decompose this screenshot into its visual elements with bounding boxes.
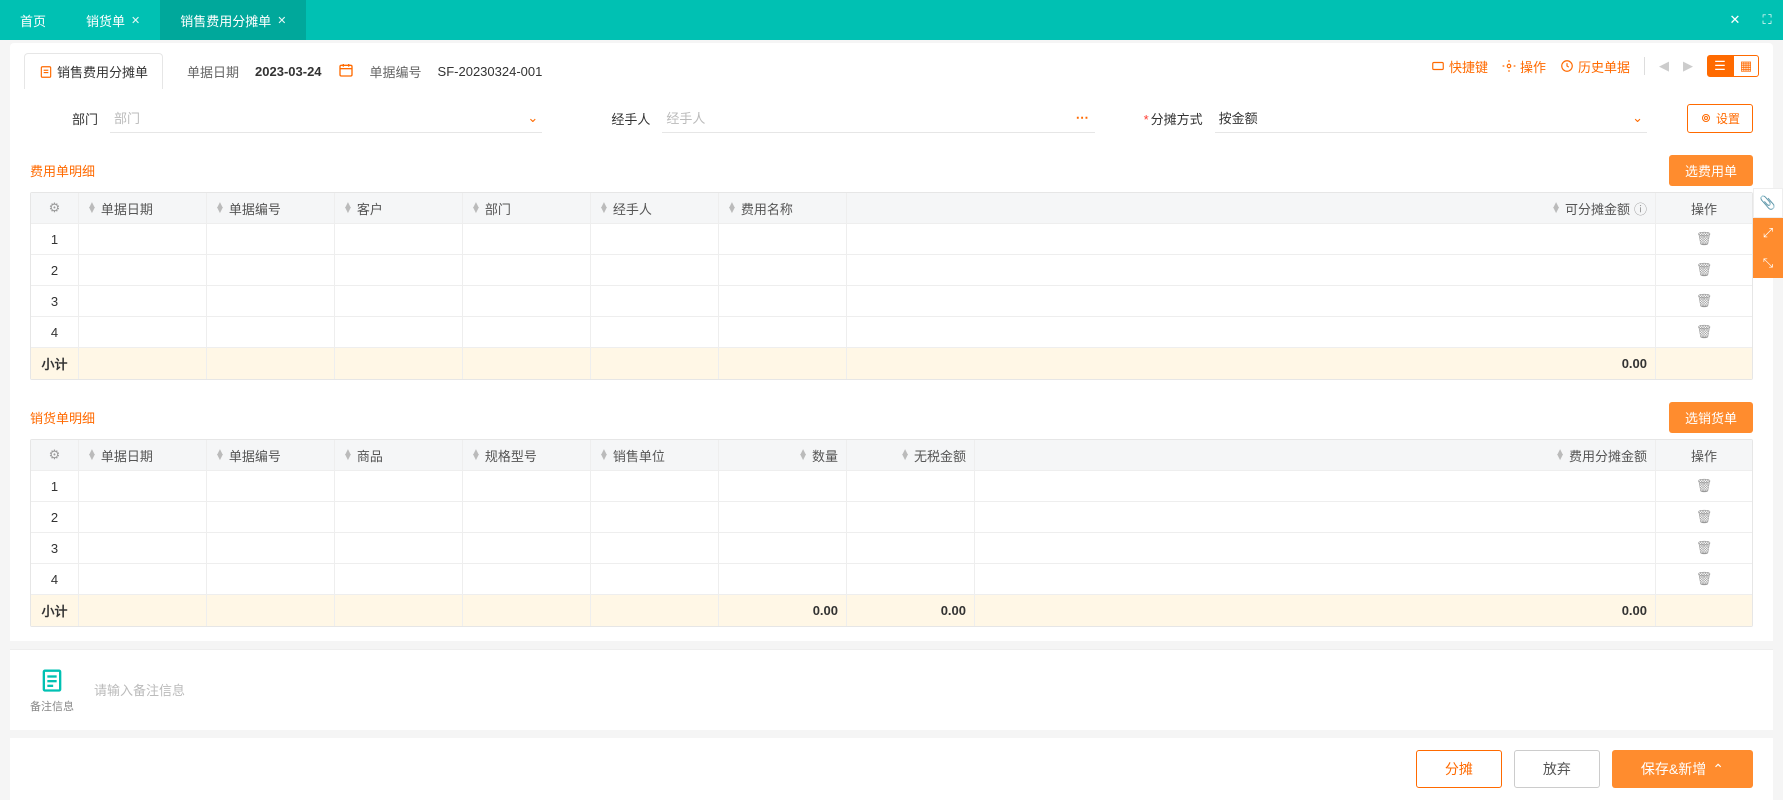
footer-bar: 分摊 放弃 保存&新增⌃ — [10, 738, 1773, 800]
sale-section: 销货单明细 选销货单 ⚙ ▲▼单据日期 ▲▼单据编号 ▲▼商品 ▲▼规格型号 ▲… — [10, 394, 1773, 641]
operate-link[interactable]: 操作 — [1502, 57, 1546, 76]
sort-icon[interactable]: ▲▼ — [87, 203, 97, 213]
fee-subtotal-row: 小计0.00 — [31, 348, 1752, 379]
sale-grid: ⚙ ▲▼单据日期 ▲▼单据编号 ▲▼商品 ▲▼规格型号 ▲▼销售单位 ▲▼数量 … — [30, 439, 1753, 627]
sort-icon[interactable]: ▲▼ — [215, 203, 225, 213]
dept-input[interactable]: 部门⌄ — [110, 103, 542, 133]
sort-icon[interactable]: ▲▼ — [1555, 450, 1565, 460]
fee-row[interactable]: 2🗑 — [31, 255, 1752, 286]
fee-grid: ⚙ ▲▼单据日期 ▲▼单据编号 ▲▼客户 ▲▼部门 ▲▼经手人 ▲▼费用名称 ▲… — [30, 192, 1753, 380]
sale-title: 销货单明细 — [30, 408, 95, 427]
more-icon: ⋯ — [1076, 110, 1091, 126]
fullscreen-icon[interactable]: ⛶ — [1751, 0, 1783, 40]
sale-row[interactable]: 2🗑 — [31, 502, 1752, 533]
sort-icon[interactable]: ▲▼ — [471, 203, 481, 213]
view-list-icon[interactable]: ☰ — [1707, 55, 1733, 77]
sort-icon[interactable]: ▲▼ — [599, 203, 609, 213]
gear-icon[interactable]: ⚙ — [49, 447, 61, 463]
date-value[interactable]: 2023-03-24 — [255, 64, 322, 79]
sort-icon[interactable]: ▲▼ — [1551, 203, 1561, 213]
view-toggle: ☰ ▦ — [1707, 55, 1759, 77]
prev-icon[interactable]: ◀ — [1659, 58, 1669, 74]
remark-icon: 备注信息 — [30, 666, 74, 714]
shortcut-link[interactable]: 快捷键 — [1431, 57, 1488, 76]
handler-input[interactable]: 经手人⋯ — [662, 103, 1094, 133]
chevron-down-icon: ⌄ — [1632, 110, 1643, 126]
side-rail: 📎 ⤢ ⤡ — [1753, 188, 1783, 278]
sort-icon[interactable]: ▲▼ — [343, 203, 353, 213]
fee-title: 费用单明细 — [30, 161, 95, 180]
chevron-up-icon: ⌃ — [1712, 761, 1724, 778]
gear-icon[interactable]: ⚙ — [49, 200, 61, 216]
save-new-button[interactable]: 保存&新增⌃ — [1612, 750, 1753, 788]
remark-input[interactable] — [94, 683, 1753, 698]
method-select[interactable]: 按金额⌄ — [1215, 103, 1647, 133]
form-title-tab: 销售费用分摊单 — [24, 53, 163, 89]
sort-icon[interactable]: ▲▼ — [798, 450, 808, 460]
close-icon[interactable]: ✕ — [131, 14, 140, 27]
calendar-icon[interactable] — [338, 62, 354, 81]
history-link[interactable]: 历史单据 — [1560, 57, 1630, 76]
delete-icon[interactable]: 🗑 — [1696, 231, 1713, 247]
dept-field: 部门 部门⌄ — [30, 103, 542, 133]
form-header: 销售费用分摊单 单据日期 2023-03-24 单据编号 SF-20230324… — [10, 43, 1773, 89]
help-icon[interactable]: ⓘ — [1634, 199, 1647, 218]
method-field: *分摊方式 按金额⌄ — [1135, 103, 1647, 133]
tab-bar: 首页 销货单✕ 销售费用分摊单✕ ✕ ⛶ — [0, 0, 1783, 40]
delete-icon[interactable]: 🗑 — [1696, 293, 1713, 309]
close-icon[interactable]: ✕ — [277, 14, 286, 27]
handler-field: 经手人 经手人⋯ — [582, 103, 1094, 133]
collapse-icon[interactable]: ⤡ — [1753, 248, 1783, 278]
sale-subtotal-row: 小计0.000.000.00 — [31, 595, 1752, 626]
delete-icon[interactable]: 🗑 — [1696, 509, 1713, 525]
sort-icon[interactable]: ▲▼ — [343, 450, 353, 460]
fee-row[interactable]: 4🗑 — [31, 317, 1752, 348]
delete-icon[interactable]: 🗑 — [1696, 540, 1713, 556]
discard-button[interactable]: 放弃 — [1514, 750, 1600, 788]
tab-expense-alloc[interactable]: 销售费用分摊单✕ — [160, 0, 306, 40]
tab-sales-order[interactable]: 销货单✕ — [66, 0, 160, 40]
fee-row[interactable]: 1🗑 — [31, 224, 1752, 255]
close-all-icon[interactable]: ✕ — [1719, 0, 1751, 40]
sort-icon[interactable]: ▲▼ — [215, 450, 225, 460]
settings-button[interactable]: 设置 — [1687, 104, 1753, 133]
docnum-value: SF-20230324-001 — [438, 64, 543, 79]
docnum-label: 单据编号 — [370, 62, 422, 81]
sort-icon[interactable]: ▲▼ — [727, 203, 737, 213]
select-sale-button[interactable]: 选销货单 — [1669, 402, 1753, 433]
sale-row[interactable]: 1🗑 — [31, 471, 1752, 502]
sort-icon[interactable]: ▲▼ — [471, 450, 481, 460]
select-fee-button[interactable]: 选费用单 — [1669, 155, 1753, 186]
attachment-icon[interactable]: 📎 — [1753, 188, 1783, 218]
sale-row[interactable]: 3🗑 — [31, 533, 1752, 564]
filter-row: 部门 部门⌄ 经手人 经手人⋯ *分摊方式 按金额⌄ 设置 — [10, 89, 1773, 147]
delete-icon[interactable]: 🗑 — [1696, 324, 1713, 340]
date-label: 单据日期 — [187, 62, 239, 81]
sort-icon[interactable]: ▲▼ — [87, 450, 97, 460]
tab-home[interactable]: 首页 — [0, 0, 66, 40]
remark-section: 备注信息 — [10, 649, 1773, 730]
delete-icon[interactable]: 🗑 — [1696, 478, 1713, 494]
fee-section: 费用单明细 选费用单 ⚙ ▲▼单据日期 ▲▼单据编号 ▲▼客户 ▲▼部门 ▲▼经… — [10, 147, 1773, 394]
next-icon[interactable]: ▶ — [1683, 58, 1693, 74]
expand-icon[interactable]: ⤢ — [1753, 218, 1783, 248]
sale-row[interactable]: 4🗑 — [31, 564, 1752, 595]
document-icon — [39, 65, 53, 79]
fee-row[interactable]: 3🗑 — [31, 286, 1752, 317]
chevron-down-icon: ⌄ — [527, 110, 538, 126]
view-grid-icon[interactable]: ▦ — [1733, 55, 1759, 77]
allocate-button[interactable]: 分摊 — [1416, 750, 1502, 788]
sort-icon[interactable]: ▲▼ — [900, 450, 910, 460]
sort-icon[interactable]: ▲▼ — [599, 450, 609, 460]
delete-icon[interactable]: 🗑 — [1696, 571, 1713, 587]
delete-icon[interactable]: 🗑 — [1696, 262, 1713, 278]
